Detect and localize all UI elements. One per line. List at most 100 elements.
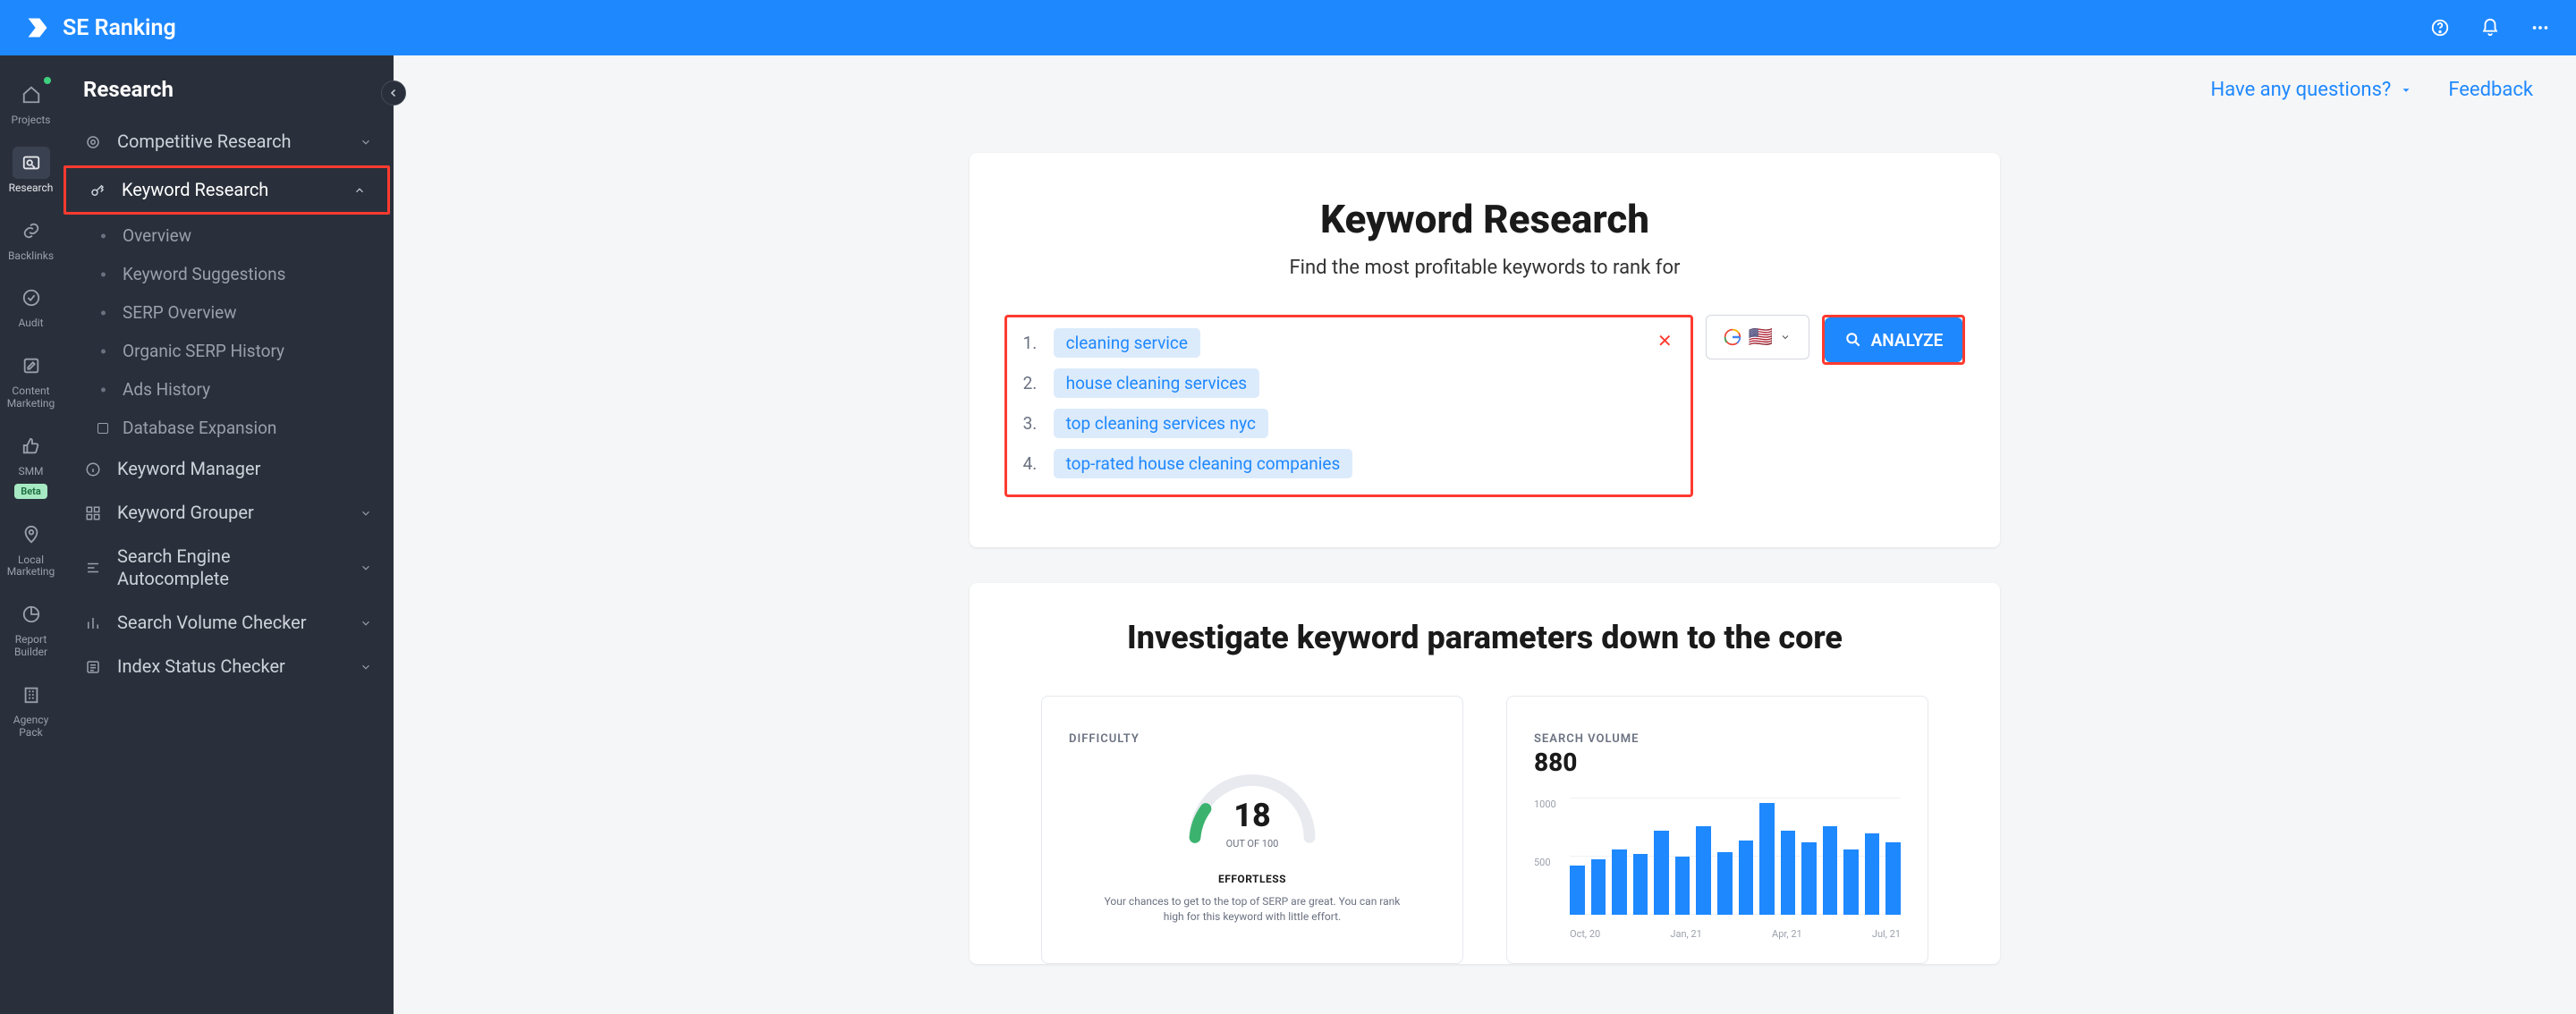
chevron-down-icon — [360, 617, 372, 630]
autocomplete-icon — [85, 560, 101, 576]
rail-research[interactable]: Research — [3, 139, 60, 202]
have-questions-link[interactable]: Have any questions? — [2211, 79, 2413, 101]
keyword-pill[interactable]: house cleaning services — [1054, 368, 1259, 398]
google-icon — [1724, 328, 1741, 346]
audit-icon — [21, 288, 41, 308]
chevron-down-icon — [360, 562, 372, 574]
chart-bar — [1759, 803, 1775, 915]
bell-icon[interactable] — [2479, 17, 2501, 38]
rail-local-marketing[interactable]: Local Marketing — [3, 511, 60, 587]
volume-chart: 1000 500 Oct, 20 Jan, 21 Apr, 21 Jul, 21 — [1534, 788, 1901, 940]
chart-bar — [1739, 841, 1754, 915]
rail-agency-pack[interactable]: Agency Pack — [3, 672, 60, 747]
chart-bar — [1675, 857, 1690, 915]
chart-bar — [1612, 849, 1627, 915]
volume-value: 880 — [1534, 748, 1901, 777]
analyze-button-highlight: ANALYZE — [1822, 315, 1966, 365]
search-volume-panel: SEARCH VOLUME 880 1000 500 Oct, — [1506, 696, 1928, 964]
chart-bar — [1717, 852, 1733, 915]
chart-bar — [1654, 831, 1669, 915]
search-icon — [1844, 331, 1862, 349]
main-topbar: Have any questions? Feedback — [394, 55, 2576, 101]
sub-keyword-suggestions[interactable]: Keyword Suggestions — [123, 255, 394, 293]
menu-search-volume-checker[interactable]: Search Volume Checker — [62, 601, 394, 645]
sub-database-expansion[interactable]: Database Expansion — [123, 409, 394, 447]
hero-title: Keyword Research — [970, 196, 2000, 242]
nav-rail: Projects Research Backlinks Audit Conten… — [0, 55, 62, 1014]
analyze-button[interactable]: ANALYZE — [1825, 317, 1963, 362]
menu-keyword-manager[interactable]: Keyword Manager — [62, 447, 394, 491]
keyword-research-hero-card: Keyword Research Find the most profitabl… — [970, 153, 2000, 547]
chart-bar — [1781, 831, 1796, 915]
investigate-card: Investigate keyword parameters down to t… — [970, 583, 2000, 964]
sidebar-title: Research — [62, 64, 394, 120]
rail-report-builder[interactable]: Report Builder — [3, 591, 60, 666]
rail-content-marketing[interactable]: Content Marketing — [3, 342, 60, 418]
difficulty-label: DIFFICULTY — [1069, 732, 1436, 746]
topbar-right — [2429, 17, 2551, 38]
rail-backlinks[interactable]: Backlinks — [3, 207, 60, 270]
rail-projects[interactable]: Projects — [3, 72, 60, 134]
chart-bar — [1823, 826, 1838, 915]
index-icon — [85, 659, 101, 675]
rail-audit[interactable]: Audit — [3, 275, 60, 337]
chart-bar — [1633, 854, 1648, 915]
chevron-down-icon — [360, 507, 372, 520]
x-axis: Oct, 20 Jan, 21 Apr, 21 Jul, 21 — [1570, 928, 1901, 940]
sub-organic-serp-history[interactable]: Organic SERP History — [123, 332, 394, 370]
brand-text: SE Ranking — [63, 15, 176, 41]
keyword-input-box[interactable]: ✕ 1.cleaning service 2.house cleaning se… — [1004, 315, 1693, 497]
chevron-down-icon — [360, 136, 372, 148]
keyword-pill[interactable]: top cleaning services nyc — [1054, 409, 1268, 438]
difficulty-status: EFFORTLESS — [1218, 873, 1286, 885]
help-icon[interactable] — [2429, 17, 2451, 38]
keyword-pill[interactable]: cleaning service — [1054, 328, 1200, 358]
sub-ads-history[interactable]: Ads History — [123, 370, 394, 409]
keyword-pill[interactable]: top-rated house cleaning companies — [1054, 449, 1353, 478]
research-icon — [21, 153, 41, 173]
investigate-title: Investigate keyword parameters down to t… — [970, 619, 2000, 656]
chart-bar — [1696, 826, 1711, 915]
more-icon[interactable] — [2529, 17, 2551, 38]
chart-bar — [1843, 849, 1859, 915]
menu-keyword-research[interactable]: Keyword Research — [66, 168, 387, 212]
sub-serp-overview[interactable]: SERP Overview — [123, 293, 394, 332]
chart-bar — [1591, 859, 1606, 915]
difficulty-value: 18 — [1233, 797, 1271, 834]
chart-bar — [1885, 842, 1901, 915]
sub-overview[interactable]: Overview — [123, 216, 394, 255]
hero-subtitle: Find the most profitable keywords to ran… — [970, 257, 2000, 279]
search-engine-select[interactable]: 🇺🇸 — [1706, 315, 1809, 359]
brand-logo-icon — [25, 15, 50, 40]
main-content: Have any questions? Feedback Keyword Res… — [394, 55, 2576, 1014]
keyword-row: 2.house cleaning services — [1023, 363, 1674, 403]
bars-icon — [85, 615, 101, 631]
topbar: SE Ranking — [0, 0, 2576, 55]
feedback-link[interactable]: Feedback — [2448, 79, 2533, 101]
y-axis: 1000 500 — [1534, 799, 1556, 915]
chart-bar — [1865, 833, 1880, 915]
sidebar: Research Competitive Research Keyword Re… — [62, 55, 394, 1014]
keyword-research-submenu: Overview Keyword Suggestions SERP Overvi… — [62, 216, 394, 447]
rail-smm[interactable]: SMM Beta — [3, 423, 60, 506]
menu-keyword-grouper[interactable]: Keyword Grouper — [62, 491, 394, 535]
difficulty-scale: OUT OF 100 — [1226, 838, 1279, 849]
chevron-down-icon — [360, 661, 372, 673]
search-row: ✕ 1.cleaning service 2.house cleaning se… — [970, 315, 2000, 497]
menu-search-engine-autocomplete[interactable]: Search Engine Autocomplete — [62, 535, 394, 601]
target-icon — [85, 134, 101, 150]
info-icon — [85, 461, 101, 477]
us-flag-icon: 🇺🇸 — [1749, 326, 1773, 349]
menu-index-status-checker[interactable]: Index Status Checker — [62, 645, 394, 689]
keyword-row: 1.cleaning service — [1023, 323, 1674, 363]
chart-bar — [1570, 866, 1585, 915]
clear-keywords-button[interactable]: ✕ — [1657, 330, 1673, 351]
chevron-down-icon — [1780, 332, 1791, 342]
menu-competitive-research[interactable]: Competitive Research — [62, 120, 394, 164]
pin-icon — [21, 525, 41, 545]
keyword-row: 4.top-rated house cleaning companies — [1023, 444, 1674, 484]
building-icon — [21, 685, 41, 705]
chart-pie-icon — [21, 604, 41, 624]
notification-dot-icon — [44, 77, 51, 84]
beta-badge: Beta — [14, 484, 47, 499]
